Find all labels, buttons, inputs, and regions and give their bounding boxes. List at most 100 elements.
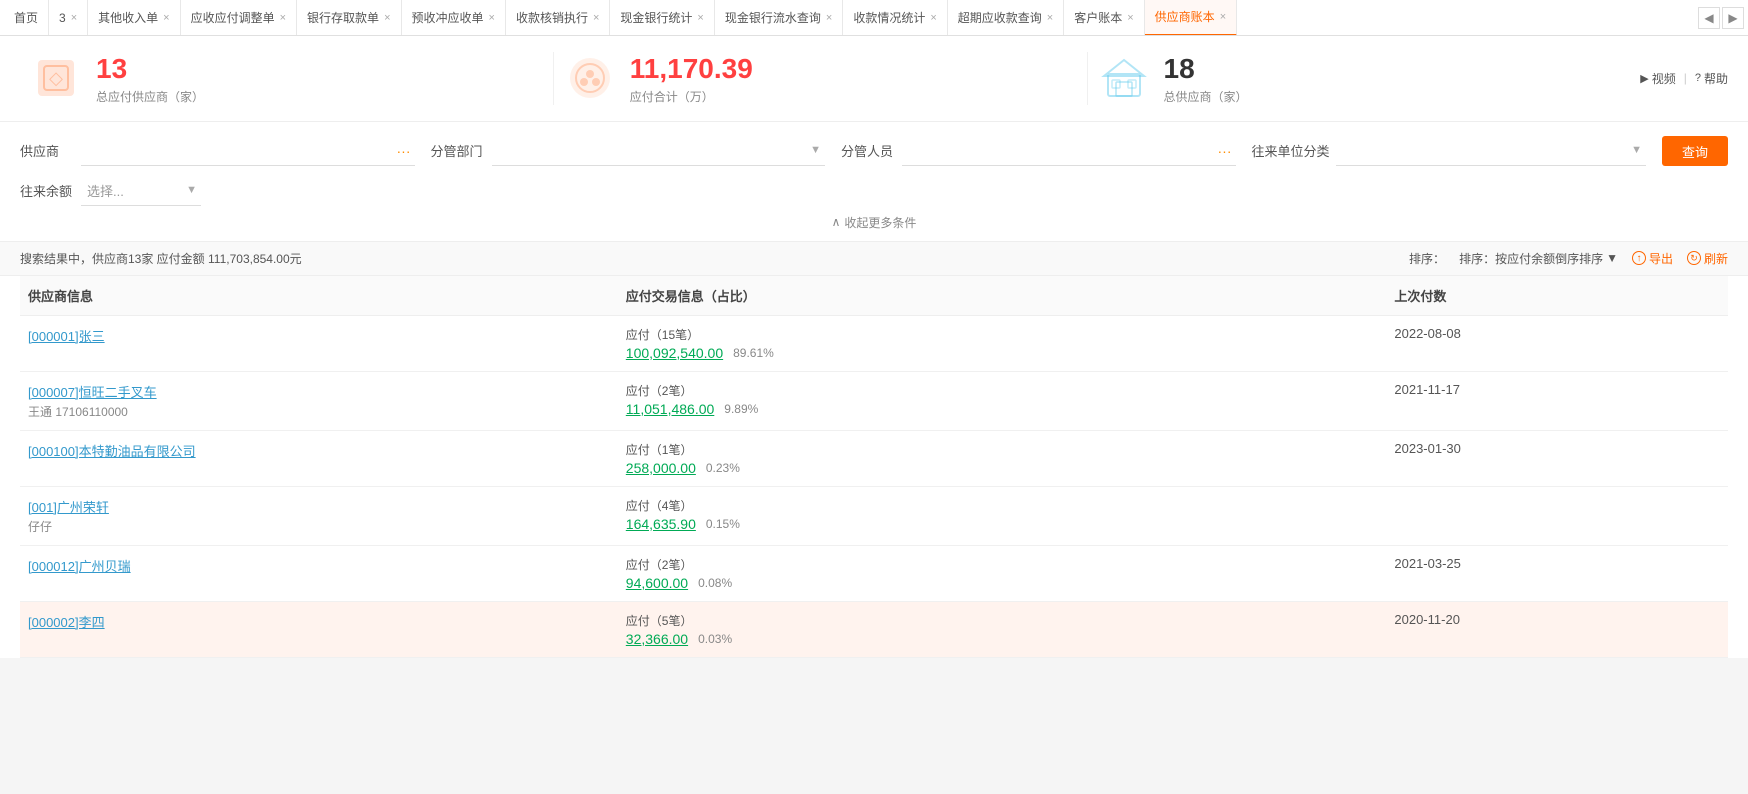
- refresh-icon: ↻: [1687, 251, 1701, 265]
- payable-amount[interactable]: 32,366.00: [626, 631, 688, 647]
- main-content: 供应商信息 应付交易信息（占比） 上次付数 [000001]张三应付（15笔）1…: [0, 276, 1748, 658]
- results-bar: 搜索结果中，供应商13家 应付金额 111,703,854.00元 排序： 排序…: [0, 242, 1748, 276]
- query-button[interactable]: 查询: [1662, 136, 1728, 166]
- payable-info-cell: 应付（1笔） 258,000.00 0.23%: [618, 430, 1387, 486]
- close-icon[interactable]: ×: [1047, 12, 1053, 24]
- supplier-dots-icon[interactable]: ···: [397, 143, 411, 159]
- close-icon[interactable]: ×: [1127, 12, 1133, 24]
- collapse-button[interactable]: ∧ 收起更多条件: [20, 214, 1728, 231]
- close-icon[interactable]: ×: [489, 12, 495, 24]
- nav-tab-receipt-verify[interactable]: 收款核销执行 ×: [506, 0, 610, 36]
- dept-dropdown-icon[interactable]: ▼: [810, 144, 825, 156]
- supplier-link[interactable]: [000001]张三: [28, 329, 105, 344]
- col-supplier-info: 供应商信息: [20, 276, 618, 316]
- payable-amount[interactable]: 11,051,486.00: [626, 401, 715, 417]
- category-dropdown-icon[interactable]: ▼: [1631, 144, 1646, 156]
- payable-amount[interactable]: 258,000.00: [626, 460, 696, 476]
- payable-count: 应付（2笔）: [626, 382, 1379, 399]
- payable-amount[interactable]: 100,092,540.00: [626, 345, 723, 361]
- help-link[interactable]: ? 帮助: [1695, 70, 1728, 87]
- supplier-info-cell: [000012]广州贝瑞: [20, 545, 618, 601]
- last-pay-cell: 2022-08-08: [1386, 315, 1728, 371]
- nav-prev-button[interactable]: ◀: [1698, 7, 1720, 29]
- person-dots-icon[interactable]: ···: [1218, 143, 1232, 159]
- nav-tab-customer-ledger[interactable]: 客户账本 ×: [1064, 0, 1144, 36]
- sort-value: 排序：按应付余额倒序排序: [1459, 250, 1603, 267]
- close-icon[interactable]: ×: [697, 12, 703, 24]
- supplier-table: 供应商信息 应付交易信息（占比） 上次付数 [000001]张三应付（15笔）1…: [20, 276, 1728, 658]
- nav-tab-bank-deposit[interactable]: 银行存取款单 ×: [297, 0, 401, 36]
- balance-filter-label: 往来余额: [20, 181, 75, 200]
- nav-tab-overdue-ar[interactable]: 超期应收款查询 ×: [948, 0, 1064, 36]
- table-row: [000012]广州贝瑞应付（2笔）94,600.000.08%2021-03-…: [20, 545, 1728, 601]
- nav-tab-other-income[interactable]: 其他收入单 ×: [88, 0, 180, 36]
- supplier-input[interactable]: [81, 136, 415, 166]
- sort-select[interactable]: 排序：按应付余额倒序排序 ▼: [1459, 250, 1618, 267]
- total-suppliers-label: 总供应商（家）: [1164, 88, 1248, 105]
- balance-select[interactable]: 选择... ▼: [81, 176, 201, 206]
- summary-card-payable-amount: 11,170.39 应付合计（万）: [554, 52, 1088, 105]
- table-row: [000001]张三 应付（15笔） 100,092,540.00 89.61% 202…: [20, 315, 1728, 371]
- help-icon: ?: [1695, 72, 1701, 84]
- table-body: [000001]张三 应付（15笔） 100,092,540.00 89.61% 202…: [20, 315, 1728, 657]
- close-icon[interactable]: ×: [163, 12, 169, 24]
- payable-percent: 0.23%: [706, 461, 740, 475]
- supplier-link[interactable]: [000012]广州贝瑞: [28, 559, 131, 574]
- nav-tab-ar-ap-adjust[interactable]: 应收应付调整单 ×: [181, 0, 297, 36]
- supplier-sub-info: 仔仔: [28, 518, 610, 535]
- last-pay-cell: 2023-01-30: [1386, 430, 1728, 486]
- nav-tab-supplier-ledger[interactable]: 供应商账本 ×: [1145, 0, 1237, 36]
- person-input-wrapper: ···: [902, 136, 1236, 166]
- nav-arrows: ◀ ▶: [1698, 7, 1744, 29]
- close-icon[interactable]: ×: [1220, 11, 1226, 23]
- total-suppliers-number: 18: [1164, 52, 1248, 86]
- close-icon[interactable]: ×: [930, 12, 936, 24]
- last-pay-cell: [1386, 486, 1728, 545]
- nav-tab-prepay-ar[interactable]: 预收冲应收单 ×: [402, 0, 506, 36]
- payable-amount-label: 应付合计（万）: [630, 88, 753, 105]
- close-icon[interactable]: ×: [280, 12, 286, 24]
- results-text: 搜索结果中，供应商13家 应付金额 111,703,854.00元: [20, 250, 302, 267]
- supplier-link[interactable]: [000100]本特勤油品有限公司: [28, 444, 196, 459]
- balance-select-text: 选择...: [81, 181, 186, 200]
- close-icon[interactable]: ×: [593, 12, 599, 24]
- refresh-button[interactable]: ↻ 刷新: [1687, 250, 1728, 267]
- nav-tab-cash-bank-query[interactable]: 现金银行流水查询 ×: [715, 0, 843, 36]
- person-input[interactable]: [902, 136, 1236, 166]
- nav-tab-receipt-stat[interactable]: 收款情况统计 ×: [843, 0, 947, 36]
- dept-filter-label: 分管部门: [431, 141, 486, 160]
- nav-tab-cash-bank-stat[interactable]: 现金银行统计 ×: [610, 0, 714, 36]
- nav-next-button[interactable]: ▶: [1722, 7, 1744, 29]
- payable-suppliers-number: 13: [96, 52, 204, 86]
- sort-dropdown-icon: ▼: [1606, 251, 1618, 265]
- video-link[interactable]: ▶ 视频: [1640, 70, 1675, 87]
- col-payable-info: 应付交易信息（占比）: [618, 276, 1387, 316]
- dept-select[interactable]: ▼: [492, 136, 826, 166]
- payable-info-cell: 应付（15笔） 100,092,540.00 89.61%: [618, 315, 1387, 371]
- supplier-link[interactable]: [000007]恒旺二手叉车: [28, 385, 157, 400]
- supplier-input-wrapper: ···: [81, 136, 415, 166]
- payable-amount[interactable]: 164,635.90: [626, 516, 696, 532]
- nav-tab-3[interactable]: 3 ×: [49, 0, 88, 36]
- balance-dropdown-icon[interactable]: ▼: [186, 184, 201, 196]
- payable-amount-number: 11,170.39: [630, 52, 753, 86]
- payable-amount[interactable]: 94,600.00: [626, 575, 688, 591]
- export-button[interactable]: ↑ 导出: [1632, 250, 1673, 267]
- close-icon[interactable]: ×: [826, 12, 832, 24]
- close-icon[interactable]: ×: [384, 12, 390, 24]
- supplier-link[interactable]: [000002]李四: [28, 615, 105, 630]
- right-actions: 排序： 排序：按应付余额倒序排序 ▼ ↑ 导出 ↻ 刷新: [1409, 250, 1728, 267]
- payable-count: 应付（15笔）: [626, 326, 1379, 343]
- nav-tab-home[interactable]: 首页: [4, 0, 49, 36]
- close-icon[interactable]: ×: [71, 12, 77, 24]
- summary-card-total-suppliers: 18 总供应商（家）: [1088, 52, 1621, 105]
- supplier-link[interactable]: [001]广州荣轩: [28, 500, 109, 515]
- payable-info-cell: 应付（5笔）32,366.000.03%: [618, 601, 1387, 657]
- payable-percent: 89.61%: [733, 346, 774, 360]
- category-select[interactable]: ▼: [1336, 136, 1646, 166]
- diamond-icon: ◇: [30, 52, 82, 104]
- person-filter-label: 分管人员: [841, 141, 896, 160]
- payable-count: 应付（1笔）: [626, 441, 1379, 458]
- supplier-info-cell: [001]广州荣轩仔仔: [20, 486, 618, 545]
- payable-info-cell: 应付（2笔）11,051,486.009.89%: [618, 371, 1387, 430]
